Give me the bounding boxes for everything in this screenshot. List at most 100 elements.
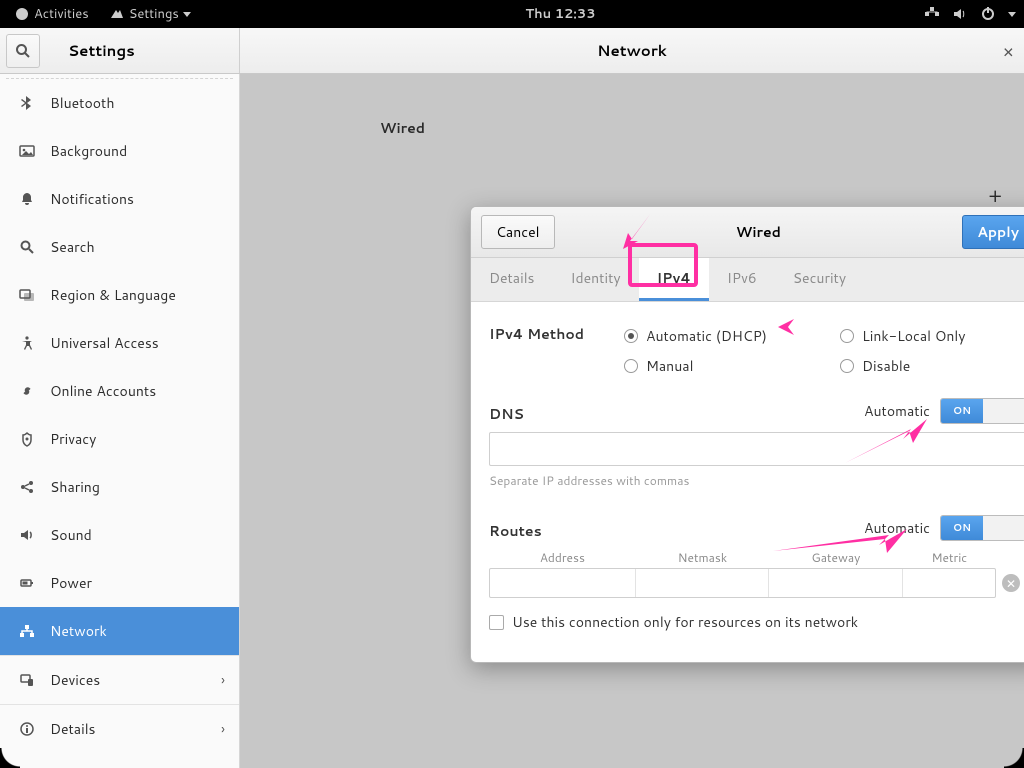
window-close-button[interactable]: ×	[1003, 38, 1014, 64]
route-entry-row	[489, 568, 996, 598]
search-icon	[18, 238, 36, 256]
dns-hint: Separate IP addresses with commas	[489, 472, 1024, 489]
system-status-area[interactable]	[924, 6, 1016, 22]
sidebar-item-privacy[interactable]: Privacy	[0, 415, 239, 463]
radio-label: Disable	[862, 356, 910, 376]
settings-panel: Wired + +	[240, 74, 1024, 768]
sound-icon	[18, 526, 36, 544]
online-icon	[18, 382, 36, 400]
toggle-on-label: ON	[941, 399, 983, 423]
radio-disable[interactable]: Disable	[840, 356, 1024, 376]
sidebar-item-sharing[interactable]: Sharing	[0, 463, 239, 511]
dns-automatic-toggle[interactable]: ON	[940, 398, 1024, 424]
tab-ipv4[interactable]: IPv4	[639, 258, 709, 301]
activities-button[interactable]: Activities	[8, 3, 95, 25]
sidebar-search-button[interactable]	[6, 34, 40, 68]
sidebar-item-label: Devices	[50, 670, 100, 690]
sidebar-item-label: Sharing	[50, 477, 100, 497]
power-icon	[980, 6, 996, 22]
dns-servers-input[interactable]	[489, 432, 1024, 466]
route-address-input[interactable]	[490, 569, 636, 597]
route-gateway-input[interactable]	[769, 569, 902, 597]
power-icon	[18, 574, 36, 592]
sidebar-item-label: Universal Access	[50, 333, 159, 353]
connection-editor-dialog: Cancel Wired Apply Details Identity IPv4…	[470, 206, 1024, 663]
search-icon	[15, 43, 31, 59]
sidebar-title: Settings	[68, 40, 135, 61]
sidebar-item-label: Power	[50, 573, 92, 593]
appmenu-label: Settings	[129, 5, 179, 23]
dialog-header: Cancel Wired Apply	[471, 207, 1024, 258]
gnome-logo-icon	[14, 6, 30, 22]
chevron-right-icon: ›	[221, 719, 225, 739]
notifications-icon	[18, 190, 36, 208]
restrict-connection-checkbox[interactable]	[489, 615, 504, 630]
sidebar-item-bluetooth[interactable]: Bluetooth	[0, 79, 239, 127]
routes-automatic-toggle[interactable]: ON	[940, 515, 1024, 541]
close-icon: ✕	[1002, 574, 1020, 592]
chevron-right-icon: ›	[221, 670, 225, 690]
sidebar-item-label: Bluetooth	[50, 93, 114, 113]
sidebar-item-power[interactable]: Power	[0, 559, 239, 607]
gnome-topbar: Activities Settings Thu 12:33	[0, 0, 1024, 28]
dns-section-title: DNS	[489, 404, 524, 424]
sidebar-item-online[interactable]: Online Accounts	[0, 367, 239, 415]
sidebar-item-label: Notifications	[50, 189, 134, 209]
access-icon	[18, 334, 36, 352]
volume-icon	[952, 6, 968, 22]
sidebar-item-label: Search	[50, 237, 95, 257]
clock[interactable]: Thu 12:33	[197, 5, 924, 23]
radio-link-local[interactable]: Link-Local Only	[840, 326, 1024, 346]
sidebar-item-sound[interactable]: Sound	[0, 511, 239, 559]
sidebar-item-region[interactable]: Region & Language	[0, 271, 239, 319]
route-remove-button[interactable]: ✕	[996, 574, 1024, 592]
privacy-icon	[18, 430, 36, 448]
sidebar-item-label: Online Accounts	[50, 381, 156, 401]
chevron-down-icon	[183, 12, 191, 17]
apply-button[interactable]: Apply	[962, 215, 1024, 249]
sidebar-item-search[interactable]: Search	[0, 223, 239, 271]
toggle-on-label: ON	[941, 516, 983, 540]
appmenu-button[interactable]: Settings	[103, 3, 197, 25]
tab-details[interactable]: Details	[471, 258, 553, 301]
sidebar-item-network[interactable]: Network	[0, 607, 239, 655]
dns-automatic-label: Automatic	[864, 401, 930, 421]
sharing-icon	[18, 478, 36, 496]
sidebar-item-background[interactable]: Background	[0, 127, 239, 175]
sidebar-item-label: Privacy	[50, 429, 96, 449]
route-netmask-input[interactable]	[636, 569, 769, 597]
dialog-title: Wired	[555, 222, 963, 242]
tab-identity[interactable]: Identity	[553, 258, 639, 301]
routes-section-title: Routes	[489, 521, 542, 541]
chevron-down-icon	[1008, 12, 1016, 17]
sidebar-item-access[interactable]: Universal Access	[0, 319, 239, 367]
radio-label: Link-Local Only	[862, 326, 966, 346]
devices-icon	[18, 671, 36, 689]
sidebar-item-details[interactable]: Details ›	[0, 704, 239, 753]
network-icon	[18, 622, 36, 640]
routes-col-netmask: Netmask	[636, 547, 769, 568]
restrict-connection-label: Use this connection only for resources o…	[512, 612, 858, 632]
window-headerbar: Settings Network ×	[0, 28, 1024, 74]
panel-title: Network	[597, 40, 667, 61]
route-metric-input[interactable]	[903, 569, 995, 597]
tab-security[interactable]: Security	[775, 258, 864, 301]
radio-manual[interactable]: Manual	[624, 356, 810, 376]
dialog-tabs: Details Identity IPv4 IPv6 Security	[471, 258, 1024, 302]
sidebar-item-devices[interactable]: Devices ›	[0, 655, 239, 704]
region-icon	[18, 286, 36, 304]
activities-label: Activities	[34, 5, 89, 23]
sidebar-item-notifications[interactable]: Notifications	[0, 175, 239, 223]
ipv4-method-label: IPv4 Method	[489, 324, 624, 344]
bluetooth-icon	[18, 94, 36, 112]
sidebar-item-label: Details	[50, 719, 96, 739]
tab-ipv6[interactable]: IPv6	[709, 258, 775, 301]
network-status-icon	[924, 6, 940, 22]
routes-col-gateway: Gateway	[769, 547, 902, 568]
cancel-button[interactable]: Cancel	[481, 215, 555, 249]
routes-automatic-label: Automatic	[864, 518, 930, 538]
radio-automatic-dhcp[interactable]: Automatic (DHCP)	[624, 326, 810, 346]
toggle-off-half	[983, 399, 1024, 423]
sidebar-item-label: Region & Language	[50, 285, 176, 305]
routes-col-metric: Metric	[903, 547, 996, 568]
